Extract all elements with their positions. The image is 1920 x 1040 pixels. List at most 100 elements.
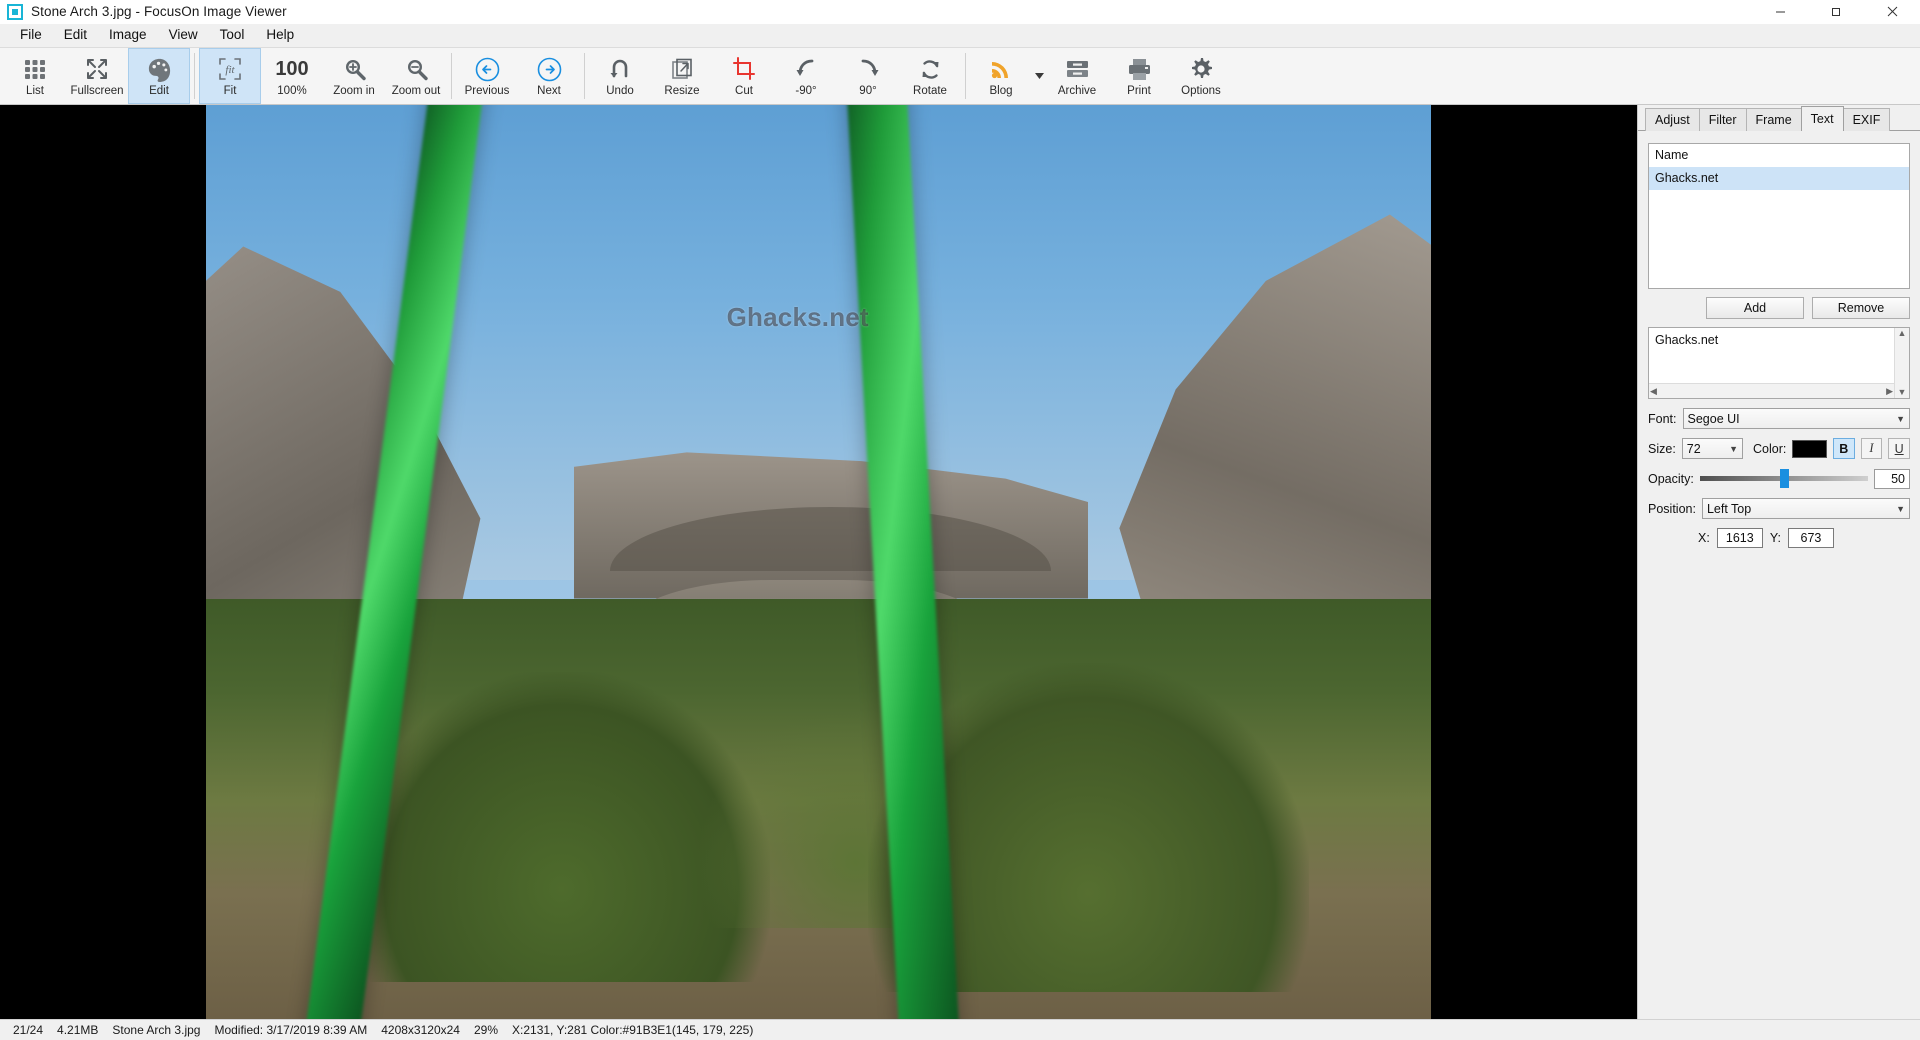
toolbar-button-fit[interactable]: fit Fit — [199, 48, 261, 104]
opacity-value-box[interactable]: 50 — [1874, 468, 1910, 489]
remove-button[interactable]: Remove — [1812, 297, 1910, 319]
toolbar-button-rotate[interactable]: Rotate — [899, 48, 961, 104]
position-label: Position: — [1648, 501, 1696, 516]
toolbar-button-undo[interactable]: Undo — [589, 48, 651, 104]
resize-icon — [670, 54, 695, 84]
window-title: Stone Arch 3.jpg - FocusOn Image Viewer — [31, 4, 287, 19]
gear-icon — [1188, 54, 1214, 84]
add-button[interactable]: Add — [1706, 297, 1804, 319]
app-logo-icon — [7, 3, 23, 20]
bold-button[interactable]: B — [1832, 438, 1855, 459]
font-select[interactable]: Segoe UI ▼ — [1682, 408, 1910, 429]
font-select-value: Segoe UI — [1687, 411, 1740, 426]
toolbar-button-blog[interactable]: Blog — [970, 48, 1032, 104]
arrow-right-circle-icon — [536, 54, 563, 84]
x-input[interactable]: 1613 — [1716, 528, 1763, 548]
zoom-out-icon — [404, 54, 429, 84]
toolbar-button-rotate-left[interactable]: -90° — [775, 48, 837, 104]
toolbar-button-edit[interactable]: Edit — [128, 48, 190, 104]
toolbar-button-resize[interactable]: Resize — [651, 48, 713, 104]
color-label: Color: — [1753, 441, 1787, 456]
svg-text:fit: fit — [225, 64, 235, 76]
status-filesize: 4.21MB — [57, 1023, 99, 1037]
toolbar-label-fit: Fit — [223, 85, 237, 97]
menu-tool[interactable]: Tool — [209, 24, 256, 46]
size-select[interactable]: 72 ▼ — [1681, 438, 1744, 459]
text-tab-panel: Name Ghacks.net Add Remove Ghacks.net ◀ … — [1638, 131, 1920, 548]
text-editor-content[interactable]: Ghacks.net — [1649, 328, 1894, 383]
zoom-100-text: 100 — [275, 54, 308, 84]
toolbar-button-previous[interactable]: Previous — [456, 48, 518, 104]
menu-help[interactable]: Help — [255, 24, 305, 46]
menu-image[interactable]: Image — [98, 24, 158, 46]
coordinates-row: X: 1613 Y: 673 — [1648, 528, 1910, 548]
color-swatch[interactable] — [1792, 439, 1827, 458]
position-row: Position: Left Top ▼ — [1648, 498, 1910, 519]
tab-adjust[interactable]: Adjust — [1645, 107, 1700, 131]
menu-view[interactable]: View — [158, 24, 209, 46]
crop-icon — [731, 54, 757, 84]
workspace: Ghacks.net Adjust Filter Frame Text EXIF… — [0, 105, 1920, 1019]
tab-filter[interactable]: Filter — [1698, 107, 1747, 131]
opacity-label: Opacity: — [1648, 471, 1694, 486]
toolbar-button-zoom-in[interactable]: Zoom in — [323, 48, 385, 104]
scroll-left-icon[interactable]: ◀ — [1650, 386, 1657, 396]
tab-exif[interactable]: EXIF — [1842, 107, 1891, 131]
list-actions: Add Remove — [1648, 297, 1910, 319]
toolbar-separator — [451, 53, 452, 99]
toolbar-button-next[interactable]: Next — [518, 48, 580, 104]
toolbar-button-zoom-out[interactable]: Zoom out — [385, 48, 447, 104]
y-input[interactable]: 673 — [1787, 528, 1834, 548]
underline-button[interactable]: U — [1888, 438, 1910, 459]
close-button[interactable] — [1864, 0, 1920, 24]
text-editor-vscrollbar[interactable]: ▲ ▼ — [1894, 328, 1909, 398]
toolbar-button-options[interactable]: Options — [1170, 48, 1232, 104]
maximize-button[interactable] — [1808, 0, 1864, 24]
tab-frame[interactable]: Frame — [1745, 107, 1802, 131]
text-editor[interactable]: Ghacks.net ◀ ▶ ▲ ▼ — [1648, 327, 1910, 399]
position-select[interactable]: Left Top ▼ — [1701, 498, 1910, 519]
zoom-100-value: 100 — [275, 58, 309, 80]
toolbar-button-print[interactable]: Print — [1108, 48, 1170, 104]
window-controls — [1752, 0, 1920, 24]
toolbar-label-rotate-left: -90° — [795, 85, 817, 97]
name-list-header: Name — [1655, 148, 1689, 162]
image-canvas[interactable]: Ghacks.net — [0, 105, 1638, 1019]
grid-icon — [23, 54, 47, 84]
rss-icon — [989, 54, 1013, 84]
italic-button[interactable]: I — [1860, 438, 1883, 459]
side-panel: Adjust Filter Frame Text EXIF Name Ghack… — [1638, 105, 1920, 1019]
opacity-slider-thumb[interactable] — [1779, 469, 1789, 488]
chevron-down-icon: ▼ — [1729, 443, 1739, 454]
blog-dropdown-arrow[interactable] — [1032, 48, 1046, 104]
printer-icon — [1126, 54, 1153, 84]
toolbar-label-archive: Archive — [1057, 85, 1097, 97]
toolbar-button-archive[interactable]: Archive — [1046, 48, 1108, 104]
toolbar-label-zoom-out: Zoom out — [391, 85, 441, 97]
name-list[interactable]: Name Ghacks.net — [1648, 143, 1910, 289]
toolbar-button-zoom-100[interactable]: 100 100% — [261, 48, 323, 104]
toolbar-label-edit: Edit — [149, 85, 169, 97]
toolbar-label-undo: Undo — [606, 85, 634, 97]
minimize-button[interactable] — [1752, 0, 1808, 24]
fit-icon: fit — [217, 54, 243, 84]
menu-edit[interactable]: Edit — [53, 24, 98, 46]
status-index: 21/24 — [13, 1023, 44, 1037]
toolbar-button-fullscreen[interactable]: Fullscreen — [66, 48, 128, 104]
opacity-slider[interactable] — [1699, 468, 1868, 489]
tab-text[interactable]: Text — [1800, 105, 1844, 131]
menu-file[interactable]: File — [9, 24, 53, 46]
scroll-down-icon[interactable]: ▼ — [1898, 388, 1907, 397]
status-cursor-color: X:2131, Y:281 Color:#91B3E1(145, 179, 22… — [512, 1023, 754, 1037]
chevron-down-icon: ▼ — [1896, 503, 1905, 514]
toolbar-label-cut: Cut — [735, 85, 753, 97]
scroll-up-icon[interactable]: ▲ — [1898, 329, 1907, 338]
toolbar-button-cut[interactable]: Cut — [713, 48, 775, 104]
toolbar-button-rotate-right[interactable]: 90° — [837, 48, 899, 104]
toolbar-button-list[interactable]: List — [4, 48, 66, 104]
status-dimensions: 4208x3120x24 — [381, 1023, 460, 1037]
photo-viewport: Ghacks.net — [206, 105, 1431, 1019]
text-editor-hscrollbar[interactable]: ◀ ▶ — [1649, 383, 1894, 398]
scroll-right-icon[interactable]: ▶ — [1886, 386, 1893, 396]
list-item[interactable]: Ghacks.net — [1649, 166, 1909, 190]
